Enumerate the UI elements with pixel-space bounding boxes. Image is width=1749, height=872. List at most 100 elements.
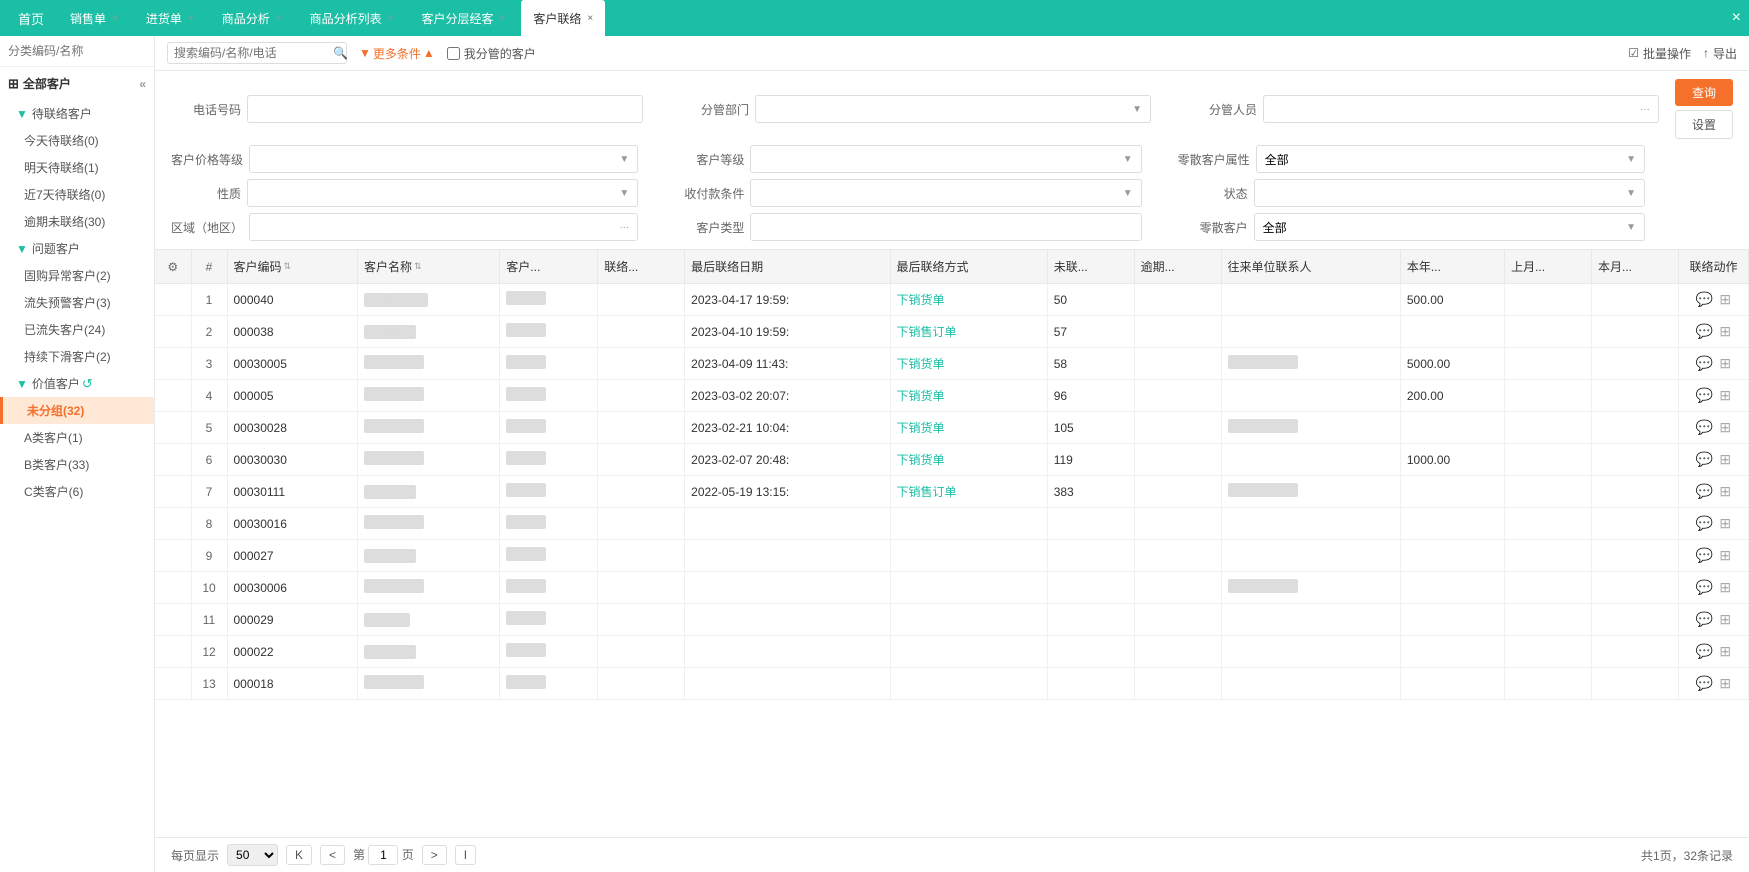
th-last-month[interactable]: 上月...: [1505, 250, 1592, 284]
grid-action-icon[interactable]: ⊞: [1719, 547, 1731, 564]
chat-icon[interactable]: 💬: [1696, 579, 1713, 596]
search-icon[interactable]: 🔍: [333, 46, 348, 60]
last-method-link[interactable]: 下销货单: [897, 357, 945, 371]
refresh-icon[interactable]: ↺: [82, 376, 93, 392]
th-this-month[interactable]: 本月...: [1591, 250, 1678, 284]
chat-icon[interactable]: 💬: [1696, 419, 1713, 436]
chat-icon[interactable]: 💬: [1696, 355, 1713, 372]
nav-tab-product-analysis-list[interactable]: 商品分析列表 ×: [298, 0, 406, 36]
all-customers-section[interactable]: ⊞ 全部客户 «: [0, 67, 154, 100]
reset-button[interactable]: 设置: [1675, 110, 1733, 139]
first-page-btn[interactable]: K: [286, 845, 312, 865]
problem-customers-group[interactable]: ▼ 问题客户: [0, 235, 154, 262]
th-unlocked[interactable]: 未联...: [1047, 250, 1134, 284]
th-customer[interactable]: 客户...: [500, 250, 598, 284]
chat-icon[interactable]: 💬: [1696, 323, 1713, 340]
th-overdue[interactable]: 逾期...: [1134, 250, 1221, 284]
close-tab-sales[interactable]: ×: [112, 13, 118, 24]
close-all-tabs[interactable]: ×: [1732, 9, 1741, 27]
close-tab-customer-contact[interactable]: ×: [587, 13, 593, 24]
th-code[interactable]: 客户编码⇅: [227, 250, 357, 284]
nav-tab-purchase[interactable]: 进货单 ×: [134, 0, 206, 36]
grid-action-icon[interactable]: ⊞: [1719, 387, 1731, 404]
sidebar-item-abnormal[interactable]: 固购异常客户(2): [0, 262, 154, 289]
grid-action-icon[interactable]: ⊞: [1719, 483, 1731, 500]
chat-icon[interactable]: 💬: [1696, 547, 1713, 564]
more-conditions-btn[interactable]: ▼ 更多条件 ▲: [359, 45, 435, 62]
my-customers-checkbox[interactable]: 我分管的客户: [447, 45, 536, 62]
close-tab-product-analysis[interactable]: ×: [276, 13, 282, 24]
nav-home[interactable]: 首页: [8, 5, 54, 32]
last-page-btn[interactable]: I: [455, 845, 476, 865]
my-customers-check[interactable]: [447, 47, 460, 60]
grid-action-icon[interactable]: ⊞: [1719, 291, 1731, 308]
status-input[interactable]: ▼: [1254, 179, 1645, 207]
export-btn[interactable]: ↑ 导出: [1703, 45, 1737, 62]
sidebar-item-a-class[interactable]: A类客户(1): [0, 424, 154, 451]
page-number-input[interactable]: [368, 845, 398, 865]
area-input[interactable]: ···: [249, 213, 638, 241]
grid-action-icon[interactable]: ⊞: [1719, 515, 1731, 532]
sidebar-item-ungroup[interactable]: 未分组(32): [0, 397, 154, 424]
gender-input[interactable]: ▼: [247, 179, 638, 207]
sidebar-item-churn-warning[interactable]: 流失预警客户(3): [0, 289, 154, 316]
chat-icon[interactable]: 💬: [1696, 387, 1713, 404]
last-method-link[interactable]: 下销货单: [897, 293, 945, 307]
th-name[interactable]: 客户名称⇅: [357, 250, 499, 284]
sidebar-item-b-class[interactable]: B类客户(33): [0, 451, 154, 478]
search-input[interactable]: [174, 46, 329, 60]
gear-icon[interactable]: ⚙: [167, 260, 178, 274]
search-box[interactable]: 🔍: [167, 42, 347, 64]
score-customers-group[interactable]: ▼ 价值客户 ↺: [0, 370, 154, 397]
close-tab-purchase[interactable]: ×: [188, 13, 194, 24]
dept-input[interactable]: ▼: [755, 95, 1151, 123]
chat-icon[interactable]: 💬: [1696, 611, 1713, 628]
sidebar-item-declining[interactable]: 持续下滑客户(2): [0, 343, 154, 370]
nav-tab-customer-contact[interactable]: 客户联络 ×: [521, 0, 605, 36]
grid-action-icon[interactable]: ⊞: [1719, 419, 1731, 436]
th-last-method[interactable]: 最后联络方式: [890, 250, 1047, 284]
last-method-link[interactable]: 下销售订单: [897, 325, 957, 339]
nav-tab-sales[interactable]: 销售单 ×: [58, 0, 130, 36]
sidebar-item-overdue[interactable]: 逾期未联络(30): [0, 208, 154, 235]
customer-level-input[interactable]: ▼: [750, 145, 1141, 173]
phone-input[interactable]: [247, 95, 643, 123]
th-last-date[interactable]: 最后联络日期: [685, 250, 890, 284]
price-level-input[interactable]: ▼: [249, 145, 638, 173]
last-method-link[interactable]: 下销售订单: [897, 485, 957, 499]
sidebar-search-input[interactable]: [8, 44, 155, 58]
close-tab-product-analysis-list[interactable]: ×: [388, 13, 394, 24]
chat-icon[interactable]: 💬: [1696, 483, 1713, 500]
last-method-link[interactable]: 下销货单: [897, 421, 945, 435]
last-method-link[interactable]: 下销货单: [897, 453, 945, 467]
chat-icon[interactable]: 💬: [1696, 643, 1713, 660]
th-contact[interactable]: 联络...: [598, 250, 685, 284]
chat-icon[interactable]: 💬: [1696, 675, 1713, 692]
nav-tab-customer-tier[interactable]: 客户分层经客 ×: [409, 0, 517, 36]
zero-attr-input[interactable]: 全部 ▼: [1256, 145, 1645, 173]
nav-tab-product-analysis[interactable]: 商品分析 ×: [210, 0, 294, 36]
grid-action-icon[interactable]: ⊞: [1719, 451, 1731, 468]
next-page-btn[interactable]: >: [422, 845, 447, 865]
grid-action-icon[interactable]: ⊞: [1719, 611, 1731, 628]
grid-action-icon[interactable]: ⊞: [1719, 355, 1731, 372]
prev-page-btn[interactable]: <: [320, 845, 345, 865]
sidebar-item-churned[interactable]: 已流失客户(24): [0, 316, 154, 343]
sidebar-item-tomorrow[interactable]: 明天待联络(1): [0, 154, 154, 181]
chat-icon[interactable]: 💬: [1696, 451, 1713, 468]
batch-operation-btn[interactable]: ☑ 批量操作: [1628, 45, 1691, 62]
grid-action-icon[interactable]: ⊞: [1719, 675, 1731, 692]
last-method-link[interactable]: 下销货单: [897, 389, 945, 403]
chat-icon[interactable]: 💬: [1696, 515, 1713, 532]
grid-action-icon[interactable]: ⊞: [1719, 579, 1731, 596]
th-year[interactable]: 本年...: [1400, 250, 1504, 284]
sidebar-item-today[interactable]: 今天待联络(0): [0, 127, 154, 154]
th-gear[interactable]: ⚙: [155, 250, 191, 284]
query-button[interactable]: 查询: [1675, 79, 1733, 106]
close-tab-customer-tier[interactable]: ×: [499, 13, 505, 24]
zero-customer-input[interactable]: 全部 ▼: [1254, 213, 1645, 241]
grid-action-icon[interactable]: ⊞: [1719, 323, 1731, 340]
pending-contact-group[interactable]: ▼ 待联络客户: [0, 100, 154, 127]
chat-icon[interactable]: 💬: [1696, 291, 1713, 308]
grid-action-icon[interactable]: ⊞: [1719, 643, 1731, 660]
